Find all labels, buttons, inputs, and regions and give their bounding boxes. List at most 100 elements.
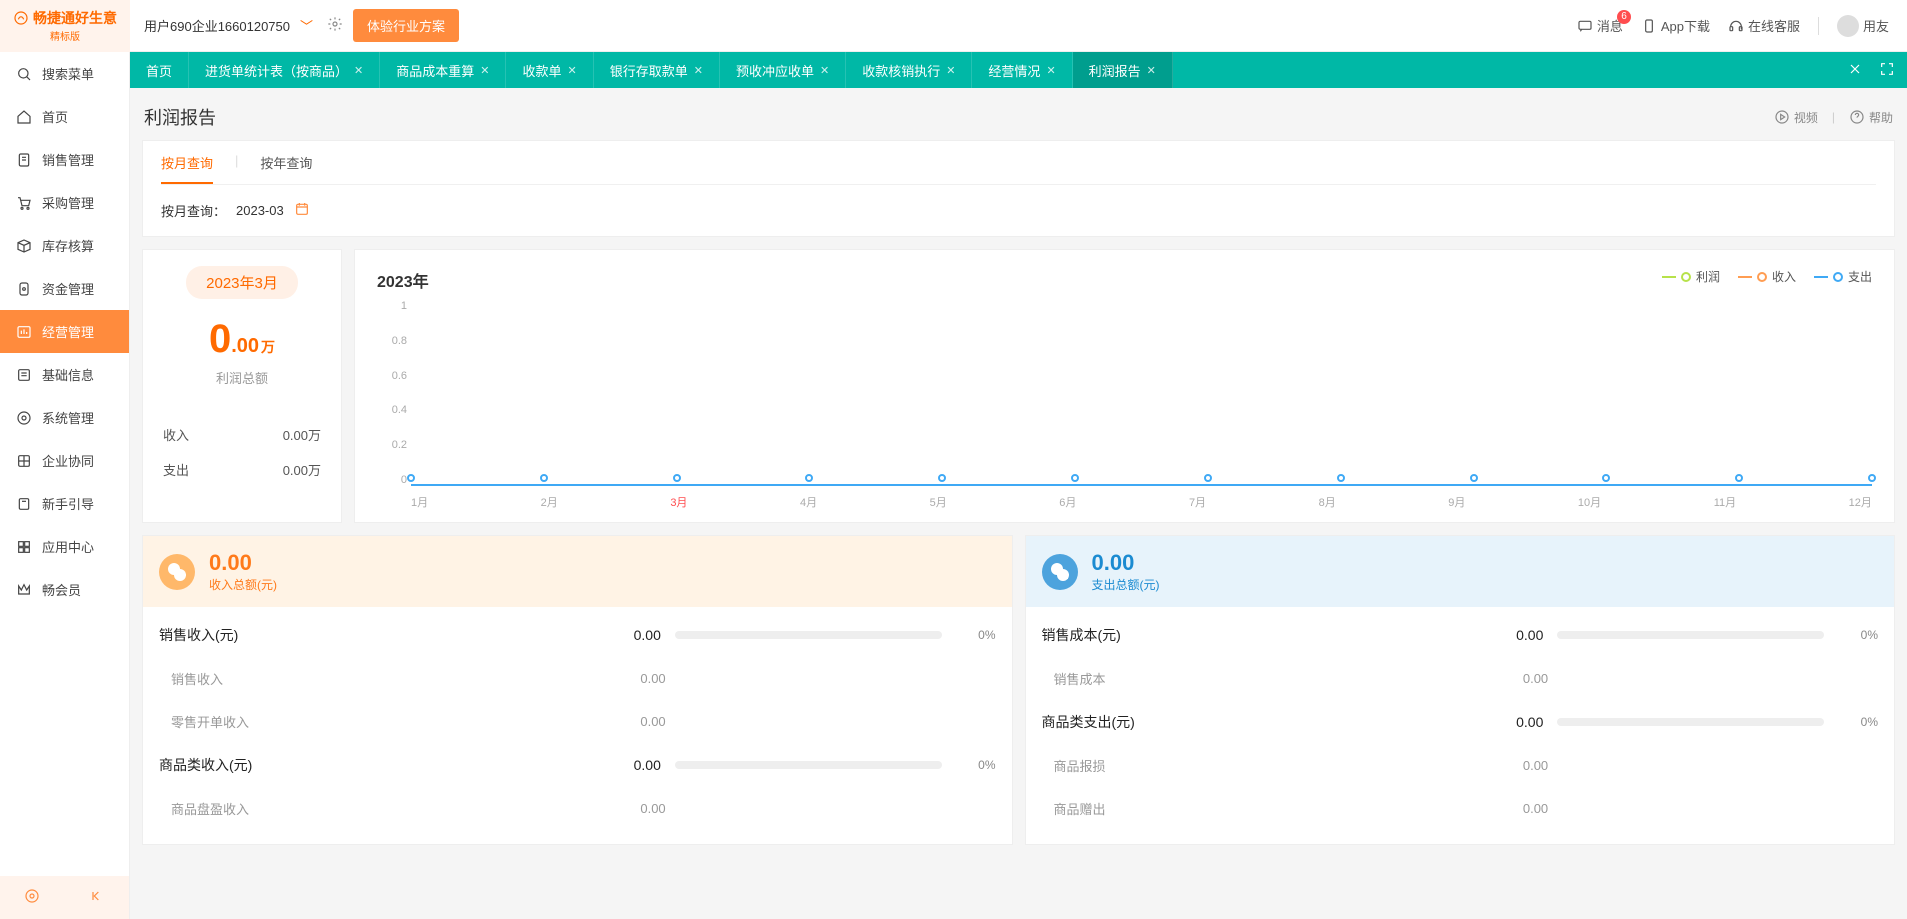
cart-icon [16,195,32,211]
chart-point[interactable] [1204,474,1212,482]
chart-point[interactable] [1071,474,1079,482]
sidebar-item-5[interactable]: 资金管理 [0,267,129,310]
chart-point[interactable] [540,474,548,482]
legend-item-2[interactable]: 支出 [1814,268,1872,285]
sidebar-item-0[interactable]: 搜索菜单 [0,52,129,95]
chart-point[interactable] [673,474,681,482]
tab-2[interactable]: 商品成本重算 ✕ [380,52,506,88]
tab-1[interactable]: 进货单统计表（按商品）✕ [189,52,380,88]
sidebar-item-4[interactable]: 库存核算 [0,224,129,267]
chart-point[interactable] [1868,474,1876,482]
app-download-link[interactable]: App下载 [1641,16,1710,35]
chart-point[interactable] [805,474,813,482]
tab-4[interactable]: 银行存取款单✕ [594,52,720,88]
summary-income-row: 收入0.00万 [159,417,325,452]
tab-close-icon[interactable]: ✕ [1046,64,1055,77]
cta-button[interactable]: 体验行业方案 [353,9,459,42]
org-selector[interactable]: 用户690企业1660120750 ﹀ [130,16,327,35]
doc-icon [16,152,32,168]
tab-close-icon[interactable]: ✕ [1147,64,1156,77]
row-pct: 0% [1838,715,1878,729]
filter-tab-year[interactable]: 按年查询 [260,153,312,184]
summary-expense-row: 支出0.00万 [159,452,325,487]
x-tick: 2月 [541,494,558,510]
customer-service-link[interactable]: 在线客服 [1728,16,1800,35]
tab-7[interactable]: 经营情况 ✕ [972,52,1072,88]
fullscreen-icon[interactable] [1875,57,1899,84]
legend-item-1[interactable]: 收入 [1738,268,1796,285]
tab-close-icon[interactable]: ✕ [946,64,955,77]
expense-row-3: 商品报损0.00 [1042,744,1879,787]
sidebar-item-10[interactable]: 新手引导 [0,482,129,525]
chart-point[interactable] [1337,474,1345,482]
tab-close-icon[interactable]: ✕ [694,64,703,77]
headset-icon [1728,18,1744,34]
sidebar-item-8[interactable]: 系统管理 [0,396,129,439]
sidebar-item-label: 基础信息 [42,365,94,384]
month-summary-card: 2023年3月 0.00万 利润总额 收入0.00万 支出0.00万 [142,249,342,523]
income-icon [159,554,195,590]
filter-card: 按月查询 | 按年查询 按月查询： 2023-03 [142,140,1895,237]
expense-row-4: 商品赠出0.00 [1042,787,1879,830]
sidebar-item-2[interactable]: 销售管理 [0,138,129,181]
sidebar-item-label: 库存核算 [42,236,94,255]
sidebar-item-label: 资金管理 [42,279,94,298]
legend-item-0[interactable]: 利润 [1662,268,1720,285]
filter-tab-month[interactable]: 按月查询 [161,153,213,184]
tab-label: 收款单 [522,61,561,80]
sidebar-item-6[interactable]: 经营管理 [0,310,129,353]
chart-icon [16,324,32,340]
tab-5[interactable]: 预收冲应收单✕ [720,52,846,88]
user-menu[interactable]: 用友 [1837,15,1889,37]
x-tick: 1月 [411,494,428,510]
chart-point[interactable] [938,474,946,482]
tab-close-icon[interactable]: ✕ [568,64,577,77]
phone-icon [1641,18,1657,34]
close-all-tabs-icon[interactable] [1843,57,1867,84]
sidebar-item-label: 畅会员 [42,580,81,599]
expense-icon [1042,554,1078,590]
expense-total-value: 0.00 [1092,550,1160,576]
row-value: 0.00 [477,627,661,643]
sidebar-item-label: 采购管理 [42,193,94,212]
team-icon [16,453,32,469]
progress-bar [675,631,942,639]
settings-icon[interactable] [327,16,343,35]
tab-close-icon[interactable]: ✕ [480,64,489,77]
info-icon [16,367,32,383]
profit-total-label: 利润总额 [216,368,268,387]
x-tick: 6月 [1059,494,1076,510]
tab-label: 经营情况 [988,61,1040,80]
sidebar-item-11[interactable]: 应用中心 [0,525,129,568]
sidebar-item-3[interactable]: 采购管理 [0,181,129,224]
sidebar-item-9[interactable]: 企业协同 [0,439,129,482]
chart-point[interactable] [407,474,415,482]
tab-label: 商品成本重算 [396,61,474,80]
tab-0[interactable]: 首页 [130,52,189,88]
sidebar-item-1[interactable]: 首页 [0,95,129,138]
video-link[interactable]: 视频 [1774,109,1818,126]
x-tick: 12月 [1849,494,1872,510]
sidebar-collapse-icon[interactable] [89,888,105,907]
sidebar-item-12[interactable]: 畅会员 [0,568,129,611]
calendar-icon[interactable] [294,201,310,220]
sidebar-item-label: 应用中心 [42,537,94,556]
tab-6[interactable]: 收款核销执行✕ [846,52,972,88]
tab-close-icon[interactable]: ✕ [354,64,363,77]
row-value: 0.00 [1367,801,1548,816]
messages-link[interactable]: 消息 6 [1577,16,1623,35]
sidebar-gear-icon[interactable] [24,888,40,907]
chart-point[interactable] [1735,474,1743,482]
row-value: 0.00 [1359,627,1543,643]
help-link[interactable]: 帮助 [1849,109,1893,126]
chart-point[interactable] [1602,474,1610,482]
tab-8[interactable]: 利润报告✕ [1073,52,1173,88]
home-icon [16,109,32,125]
tab-3[interactable]: 收款单 ✕ [506,52,593,88]
sidebar-item-7[interactable]: 基础信息 [0,353,129,396]
msg-badge: 6 [1617,10,1631,24]
tab-close-icon[interactable]: ✕ [820,64,829,77]
chart-card: 2023年 利润收入支出 10.80.60.40.20 1月2月3月4月5月6月… [354,249,1895,523]
chart-point[interactable] [1470,474,1478,482]
sidebar-item-label: 新手引导 [42,494,94,513]
